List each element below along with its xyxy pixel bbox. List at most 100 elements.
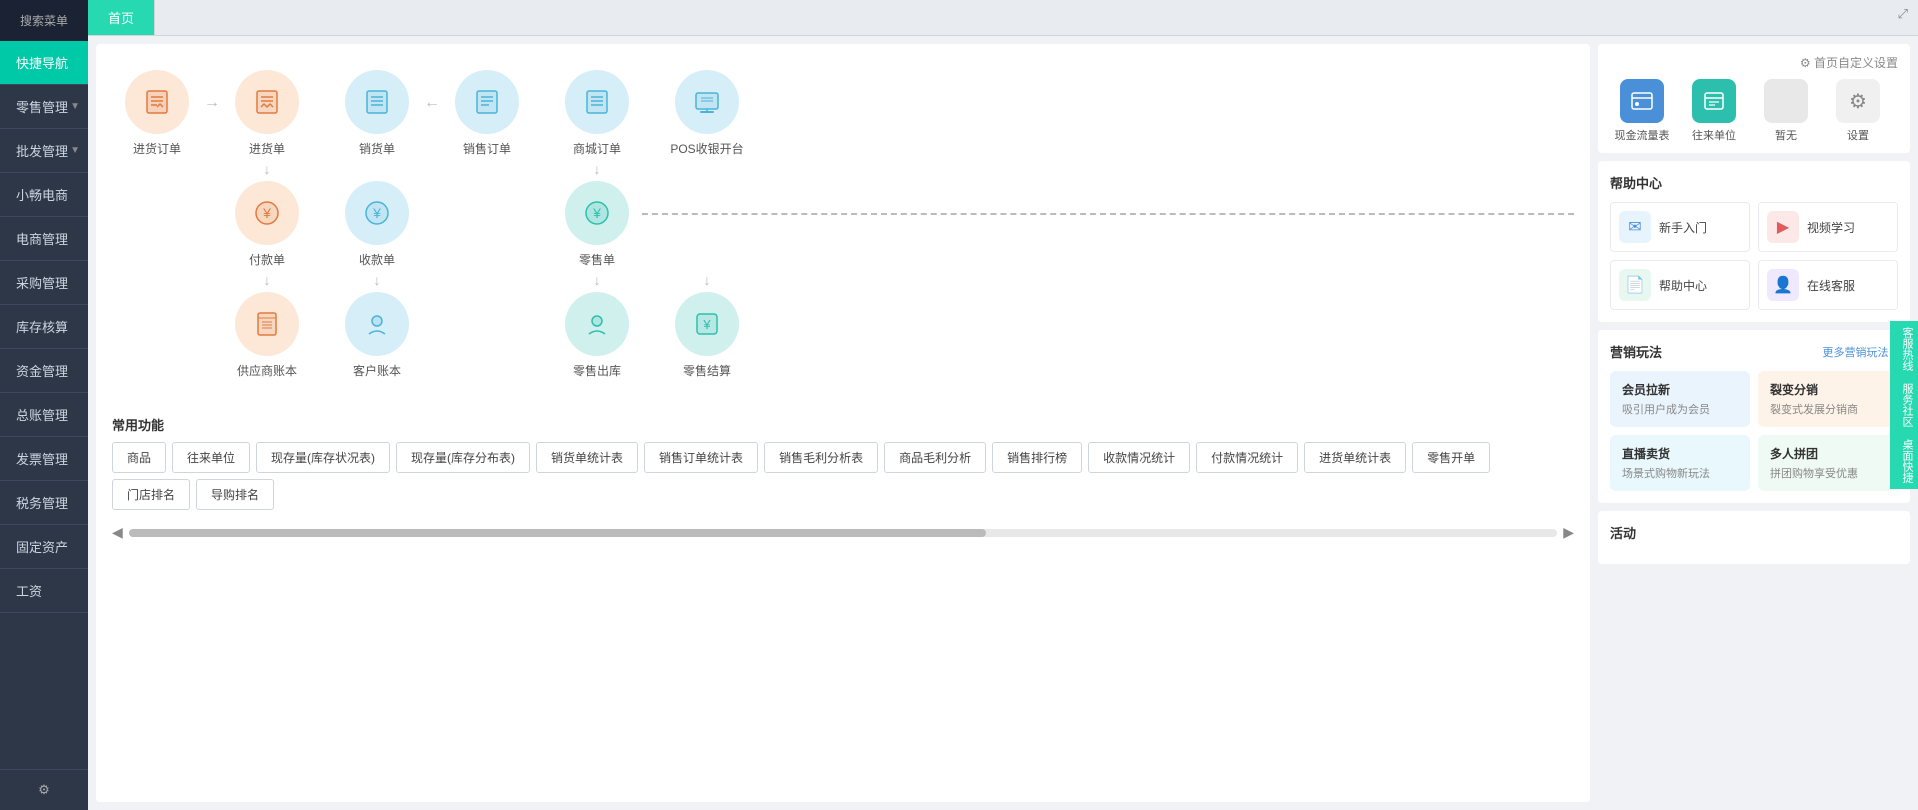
quick-nav-settings[interactable]: ⚙ 设置 [1826, 79, 1890, 143]
tab-home[interactable]: 首页 [88, 0, 155, 35]
marketing-item-group[interactable]: 多人拼团 拼团购物享受优惠 [1758, 435, 1898, 491]
help-doc-icon: 📄 [1619, 269, 1651, 301]
quick-nav-none[interactable]: 暂无 [1754, 79, 1818, 143]
settings-icon: ⚙ [1836, 79, 1880, 123]
sidebar-item-inventory[interactable]: 库存核算 [0, 305, 88, 349]
help-items-grid: ✉ 新手入门 ▶ 视频学习 📄 帮助中心 👤 在线客服 [1610, 202, 1898, 310]
help-item-video[interactable]: ▶ 视频学习 [1758, 202, 1898, 252]
function-buttons-grid: 商品 往来单位 现存量(库存状况表) 现存量(库存分布表) 销货单统计表 销售订… [112, 442, 1574, 510]
help-center-title: 帮助中心 [1610, 173, 1898, 192]
svg-text:¥: ¥ [372, 205, 381, 221]
sidebar-item-salary[interactable]: 工资 [0, 569, 88, 613]
flow-node-mall-order[interactable]: 商城订单 [552, 70, 642, 157]
func-btn-retail-order[interactable]: 零售开单 [1412, 442, 1490, 473]
mall-order-icon [565, 70, 629, 134]
payment-icon: ¥ [235, 181, 299, 245]
left-panel: 进货订单 → [96, 44, 1590, 802]
member-sub: 吸引用户成为会员 [1622, 401, 1738, 417]
flow-node-retail-settlement[interactable]: ¥ 零售结算 [662, 292, 752, 379]
video-icon: ▶ [1767, 211, 1799, 243]
flow-node-sales-order[interactable]: 销售订单 [442, 70, 532, 157]
marketing-more-link[interactable]: 更多营销玩法 > [1823, 344, 1898, 360]
sidebar-item-fixed-assets[interactable]: 固定资产 [0, 525, 88, 569]
func-btn-sales-profit[interactable]: 销售毛利分析表 [764, 442, 878, 473]
empty-icon [1764, 79, 1808, 123]
sidebar-item-ecom[interactable]: 小畅电商 [0, 173, 88, 217]
retail-settlement-icon: ¥ [675, 292, 739, 356]
flow-node-payment[interactable]: ¥ 付款单 [222, 181, 312, 268]
marketing-header: 营销玩法 更多营销玩法 > [1610, 342, 1898, 361]
marketing-item-member[interactable]: 会员拉新 吸引用户成为会员 [1610, 371, 1750, 427]
scroll-track[interactable] [129, 529, 1557, 537]
sidebar-item-wholesale[interactable]: 批发管理 ▼ [0, 129, 88, 173]
arrow-right-icon: → [202, 94, 222, 112]
marketing-items-grid: 会员拉新 吸引用户成为会员 裂变分销 裂变式发展分销商 直播卖货 场景式购物新玩… [1610, 371, 1898, 491]
flow-node-supplier-book[interactable]: 供应商账本 [222, 292, 312, 379]
func-btn-product-profit[interactable]: 商品毛利分析 [884, 442, 986, 473]
sidebar-item-purchase[interactable]: 采购管理 [0, 261, 88, 305]
sidebar-item-quick-nav[interactable]: 快捷导航 [0, 41, 88, 85]
func-btn-store-rank[interactable]: 门店排名 [112, 479, 190, 510]
sidebar-item-ledger[interactable]: 总账管理 [0, 393, 88, 437]
fullscreen-button[interactable]: ⤢ [1888, 0, 1918, 35]
svg-text:¥: ¥ [262, 205, 271, 221]
common-functions-title: 常用功能 [112, 415, 1574, 434]
func-btn-sales-rank[interactable]: 销售排行榜 [992, 442, 1082, 473]
help-item-beginner[interactable]: ✉ 新手入门 [1610, 202, 1750, 252]
flow-node-pos[interactable]: POS收银开台 [662, 70, 752, 157]
flow-node-purchase[interactable]: 进货单 [222, 70, 312, 157]
float-desktop-btn[interactable]: 桌面快捷 [1890, 433, 1918, 489]
sidebar-item-retail[interactable]: 零售管理 ▼ [0, 85, 88, 129]
float-service-btn[interactable]: 客服热线 [1890, 321, 1918, 377]
help-item-help[interactable]: 📄 帮助中心 [1610, 260, 1750, 310]
help-item-service[interactable]: 👤 在线客服 [1758, 260, 1898, 310]
flow-diagram: 进货订单 → [112, 60, 1574, 403]
func-btn-sales-order-stats[interactable]: 销售订单统计表 [644, 442, 758, 473]
sidebar-item-tax[interactable]: 税务管理 [0, 481, 88, 525]
func-btn-purchase-stats[interactable]: 进货单统计表 [1304, 442, 1406, 473]
sidebar-item-ecom-mgmt[interactable]: 电商管理 [0, 217, 88, 261]
group-sub: 拼团购物享受优惠 [1770, 465, 1886, 481]
sales-order-icon [455, 70, 519, 134]
activity-section: 活动 [1598, 511, 1910, 564]
content-area: 进货订单 → [88, 36, 1918, 810]
sidebar-settings-button[interactable]: ⚙ [0, 769, 88, 810]
tab-bar: 首页 ⤢ [88, 0, 1918, 36]
flow-node-retail[interactable]: ¥ 零售单 [552, 181, 642, 268]
sidebar: 搜索菜单 快捷导航 零售管理 ▼ 批发管理 ▼ 小畅电商 电商管理 采购管理 库… [0, 0, 88, 810]
sales-icon [345, 70, 409, 134]
func-btn-sales-stats[interactable]: 销货单统计表 [536, 442, 638, 473]
func-btn-partner[interactable]: 往来单位 [172, 442, 250, 473]
func-btn-inventory-dist[interactable]: 现存量(库存分布表) [396, 442, 530, 473]
pos-icon [675, 70, 739, 134]
live-sub: 场景式购物新玩法 [1622, 465, 1738, 481]
func-btn-guide-rank[interactable]: 导购排名 [196, 479, 274, 510]
marketing-item-fission[interactable]: 裂变分销 裂变式发展分销商 [1758, 371, 1898, 427]
fission-title: 裂变分销 [1770, 381, 1886, 398]
func-btn-inventory-status[interactable]: 现存量(库存状况表) [256, 442, 390, 473]
down-arrow-payment: ↓ [222, 272, 312, 288]
service-icon: 👤 [1767, 269, 1799, 301]
chevron-down-icon: ▼ [70, 145, 80, 156]
func-btn-payment-stats[interactable]: 付款情况统计 [1196, 442, 1298, 473]
quick-nav-partner[interactable]: 往来单位 [1682, 79, 1746, 143]
func-btn-receipt-stats[interactable]: 收款情况统计 [1088, 442, 1190, 473]
flow-node-sales[interactable]: 销货单 [332, 70, 422, 157]
flow-node-retail-outbound[interactable]: 零售出库 [552, 292, 642, 379]
scroll-right-button[interactable]: ▶ [1563, 524, 1574, 541]
group-title: 多人拼团 [1770, 445, 1886, 462]
sidebar-item-invoice[interactable]: 发票管理 [0, 437, 88, 481]
marketing-title: 营销玩法 [1610, 342, 1662, 361]
flow-node-purchase-order[interactable]: 进货订单 [112, 70, 202, 157]
marketing-item-live[interactable]: 直播卖货 场景式购物新玩法 [1610, 435, 1750, 491]
sidebar-search[interactable]: 搜索菜单 [0, 0, 88, 41]
flow-node-receipt[interactable]: ¥ 收款单 [332, 181, 422, 268]
customize-settings-link[interactable]: ⚙ 首页自定义设置 [1800, 54, 1898, 71]
sidebar-item-finance[interactable]: 资金管理 [0, 349, 88, 393]
float-community-btn[interactable]: 服务社区 [1890, 377, 1918, 433]
scroll-left-button[interactable]: ◀ [112, 524, 123, 541]
flow-node-customer-book[interactable]: 客户账本 [332, 292, 422, 379]
quick-nav-cashflow[interactable]: 现金流量表 [1610, 79, 1674, 143]
down-arrow-mall: ↓ [552, 161, 642, 177]
func-btn-product[interactable]: 商品 [112, 442, 166, 473]
